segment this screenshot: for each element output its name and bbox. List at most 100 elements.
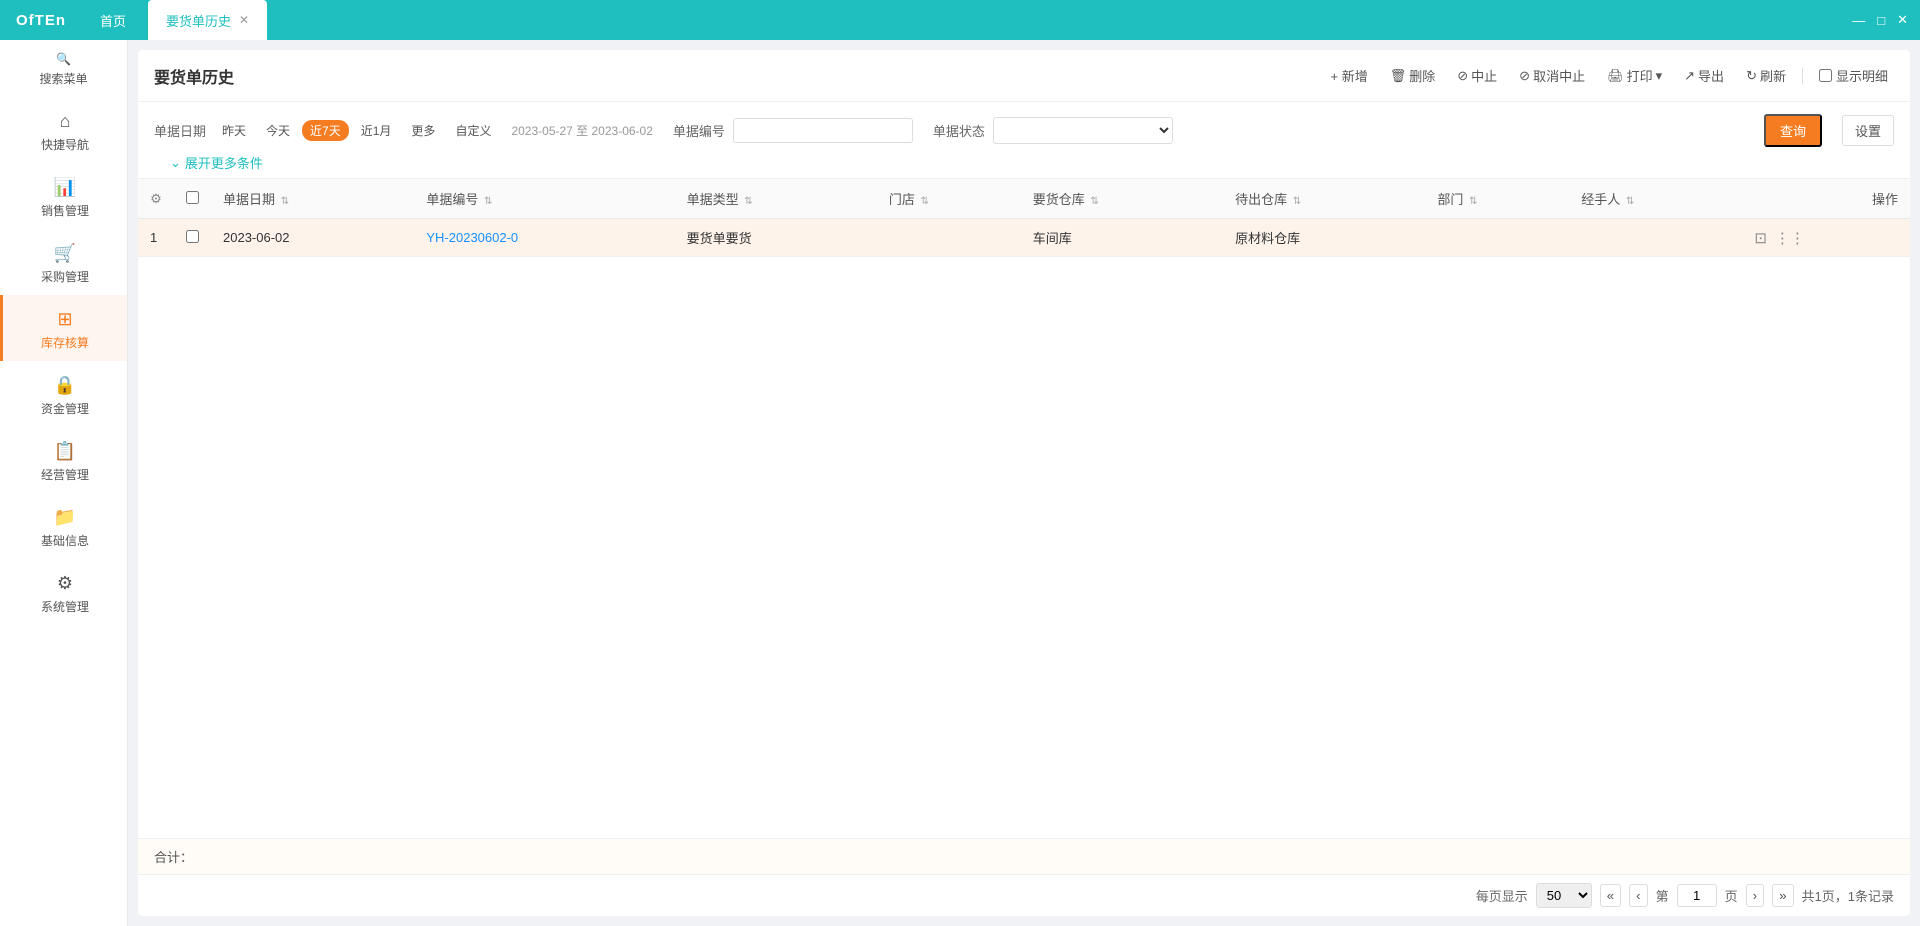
col-operation: 操作 [1742, 179, 1910, 219]
page-container: 要货单历史 + 新增 🗑 删除 ⊘ 中止 ⊘ 取消中止 [138, 50, 1910, 916]
prev-page-btn[interactable]: ‹ [1629, 884, 1647, 907]
first-page-btn[interactable]: « [1600, 884, 1621, 907]
col-settings: ⚙ [138, 179, 174, 219]
sort-handler-icon[interactable]: ⇅ [1626, 196, 1634, 207]
sort-doc-type-icon[interactable]: ⇅ [744, 196, 752, 207]
op-more-icon[interactable]: ⋮⋮ [1775, 229, 1805, 247]
sidebar-item-inventory[interactable]: ⊞ 库存核算 [0, 295, 127, 361]
sidebar-search[interactable]: 🔍 搜索菜单 [0, 40, 127, 97]
summary-label: 合计： [154, 850, 193, 865]
cell-doc-type: 要货单要货 [675, 219, 877, 257]
cell-operation: ⊡ ⋮⋮ [1742, 219, 1910, 257]
quick-nav-icon: ⌂ [60, 111, 71, 132]
expand-icon: ⌄ [170, 155, 181, 171]
stop-btn[interactable]: ⊘ 中止 [1451, 62, 1503, 89]
display-detail-checkbox[interactable] [1819, 69, 1832, 82]
sidebar-item-system[interactable]: ⚙ 系统管理 [0, 559, 127, 625]
sort-req-warehouse-icon[interactable]: ⇅ [1090, 196, 1098, 207]
cell-dept [1425, 219, 1569, 257]
table-row: 1 2023-06-02 YH-20230602-0 要货单要货 车间库 原材料… [138, 219, 1910, 257]
filter-date: 单据日期 昨天 今天 近7天 近1月 更多 自定义 2023-05-27 至 2… [154, 120, 653, 141]
doc-no-input[interactable] [733, 118, 913, 143]
delete-btn[interactable]: 🗑 删除 [1384, 62, 1442, 89]
date-btn-more[interactable]: 更多 [403, 120, 443, 141]
page-actions: + 新增 🗑 删除 ⊘ 中止 ⊘ 取消中止 🖨 打 [1324, 62, 1894, 89]
main-layout: 🔍 搜索菜单 ⌂ 快捷导航 📊 销售管理 🛒 采购管理 ⊞ 库存核算 🔒 资金管… [0, 40, 1920, 926]
sort-store-icon[interactable]: ⇅ [921, 196, 929, 207]
sidebar-item-sales[interactable]: 📊 销售管理 [0, 163, 127, 229]
select-all-checkbox[interactable] [186, 191, 199, 204]
purchase-icon: 🛒 [54, 243, 76, 264]
query-btn[interactable]: 查询 [1764, 114, 1822, 147]
export-btn[interactable]: ↗ 导出 [1678, 62, 1730, 89]
table-wrap: ⚙ 单据日期 ⇅ 单据编号 ⇅ [138, 179, 1910, 838]
window-close-btn[interactable]: ✕ [1897, 12, 1908, 28]
sort-pending-warehouse-icon[interactable]: ⇅ [1293, 196, 1301, 207]
data-table: ⚙ 单据日期 ⇅ 单据编号 ⇅ [138, 179, 1910, 257]
col-checkbox [174, 179, 211, 219]
settings-btn[interactable]: 设置 [1842, 115, 1894, 146]
table-settings-icon[interactable]: ⚙ [150, 191, 162, 206]
sidebar-item-finance[interactable]: 🔒 资金管理 [0, 361, 127, 427]
date-btn-1month[interactable]: 近1月 [353, 120, 400, 141]
sidebar-item-purchase[interactable]: 🛒 采购管理 [0, 229, 127, 295]
expand-more-btn[interactable]: ⌄ 展开更多条件 [170, 153, 1894, 172]
refresh-btn[interactable]: ↻ 刷新 [1740, 62, 1792, 89]
filter-row: 单据日期 昨天 今天 近7天 近1月 更多 自定义 2023-05-27 至 2… [154, 114, 1894, 147]
display-detail-btn[interactable]: 显示明细 [1813, 62, 1894, 89]
next-page-btn[interactable]: › [1746, 884, 1764, 907]
cell-doc-date: 2023-06-02 [211, 219, 414, 257]
doc-no-link[interactable]: YH-20230602-0 [426, 230, 518, 245]
new-btn[interactable]: + 新增 [1324, 62, 1373, 89]
sort-doc-date-icon[interactable]: ⇅ [281, 196, 289, 207]
cell-checkbox [174, 219, 211, 257]
date-btn-group: 昨天 今天 近7天 近1月 更多 自定义 [214, 120, 499, 141]
close-tab-icon[interactable]: ✕ [239, 13, 249, 27]
sidebar-item-quick-nav[interactable]: ⌂ 快捷导航 [0, 97, 127, 163]
sort-dept-icon[interactable]: ⇅ [1469, 196, 1477, 207]
row-checkbox[interactable] [186, 230, 199, 243]
action-divider [1802, 68, 1803, 84]
date-btn-today[interactable]: 今天 [258, 120, 298, 141]
tab-requisition-history[interactable]: 要货单历史 ✕ [148, 0, 267, 40]
top-bar: OfTEn 首页 要货单历史 ✕ — □ ✕ [0, 0, 1920, 40]
maximize-btn[interactable]: □ [1877, 13, 1885, 28]
cell-doc-no: YH-20230602-0 [414, 219, 674, 257]
col-doc-date: 单据日期 ⇅ [211, 179, 414, 219]
cell-num: 1 [138, 219, 174, 257]
date-btn-custom[interactable]: 自定义 [447, 120, 499, 141]
stop-icon: ⊘ [1457, 68, 1468, 84]
last-page-btn[interactable]: » [1772, 884, 1793, 907]
page-input[interactable] [1677, 884, 1717, 907]
sidebar-item-basic-info[interactable]: 📁 基础信息 [0, 493, 127, 559]
col-store: 门店 ⇅ [877, 179, 1021, 219]
page-prefix-label: 第 [1656, 886, 1669, 905]
cancel-stop-btn[interactable]: ⊘ 取消中止 [1513, 62, 1591, 89]
cell-pending-warehouse: 原材料仓库 [1223, 219, 1425, 257]
minimize-btn[interactable]: — [1852, 13, 1865, 28]
print-icon: 🖨 [1607, 68, 1624, 84]
window-controls: — □ ✕ [1852, 12, 1920, 28]
doc-status-select[interactable] [993, 117, 1173, 144]
date-btn-yesterday[interactable]: 昨天 [214, 120, 254, 141]
page-suffix-label: 页 [1725, 886, 1738, 905]
filter-doc-no-label: 单据编号 [673, 121, 725, 140]
content-area: 要货单历史 + 新增 🗑 删除 ⊘ 中止 ⊘ 取消中止 [128, 40, 1920, 926]
filter-doc-status-label: 单据状态 [933, 121, 985, 140]
tab-home[interactable]: 首页 [82, 0, 144, 40]
per-page-select[interactable]: 20 50 100 [1536, 883, 1592, 908]
sidebar-item-operations[interactable]: 📋 经营管理 [0, 427, 127, 493]
date-btn-7days[interactable]: 近7天 [302, 120, 349, 141]
filter-bar: 单据日期 昨天 今天 近7天 近1月 更多 自定义 2023-05-27 至 2… [138, 102, 1910, 179]
per-page-label: 每页显示 [1476, 886, 1528, 905]
col-handler: 经手人 ⇅ [1569, 179, 1742, 219]
page-title: 要货单历史 [154, 64, 234, 88]
print-btn[interactable]: 🖨 打印 ▾ [1601, 62, 1668, 89]
date-range-display: 2023-05-27 至 2023-06-02 [511, 122, 652, 139]
sidebar: 🔍 搜索菜单 ⌂ 快捷导航 📊 销售管理 🛒 采购管理 ⊞ 库存核算 🔒 资金管… [0, 40, 128, 926]
system-icon: ⚙ [57, 573, 73, 594]
sort-doc-no-icon[interactable]: ⇅ [484, 196, 492, 207]
filter-doc-no: 单据编号 [673, 118, 913, 143]
cell-req-warehouse: 车间库 [1021, 219, 1223, 257]
op-view-icon[interactable]: ⊡ [1754, 229, 1767, 247]
